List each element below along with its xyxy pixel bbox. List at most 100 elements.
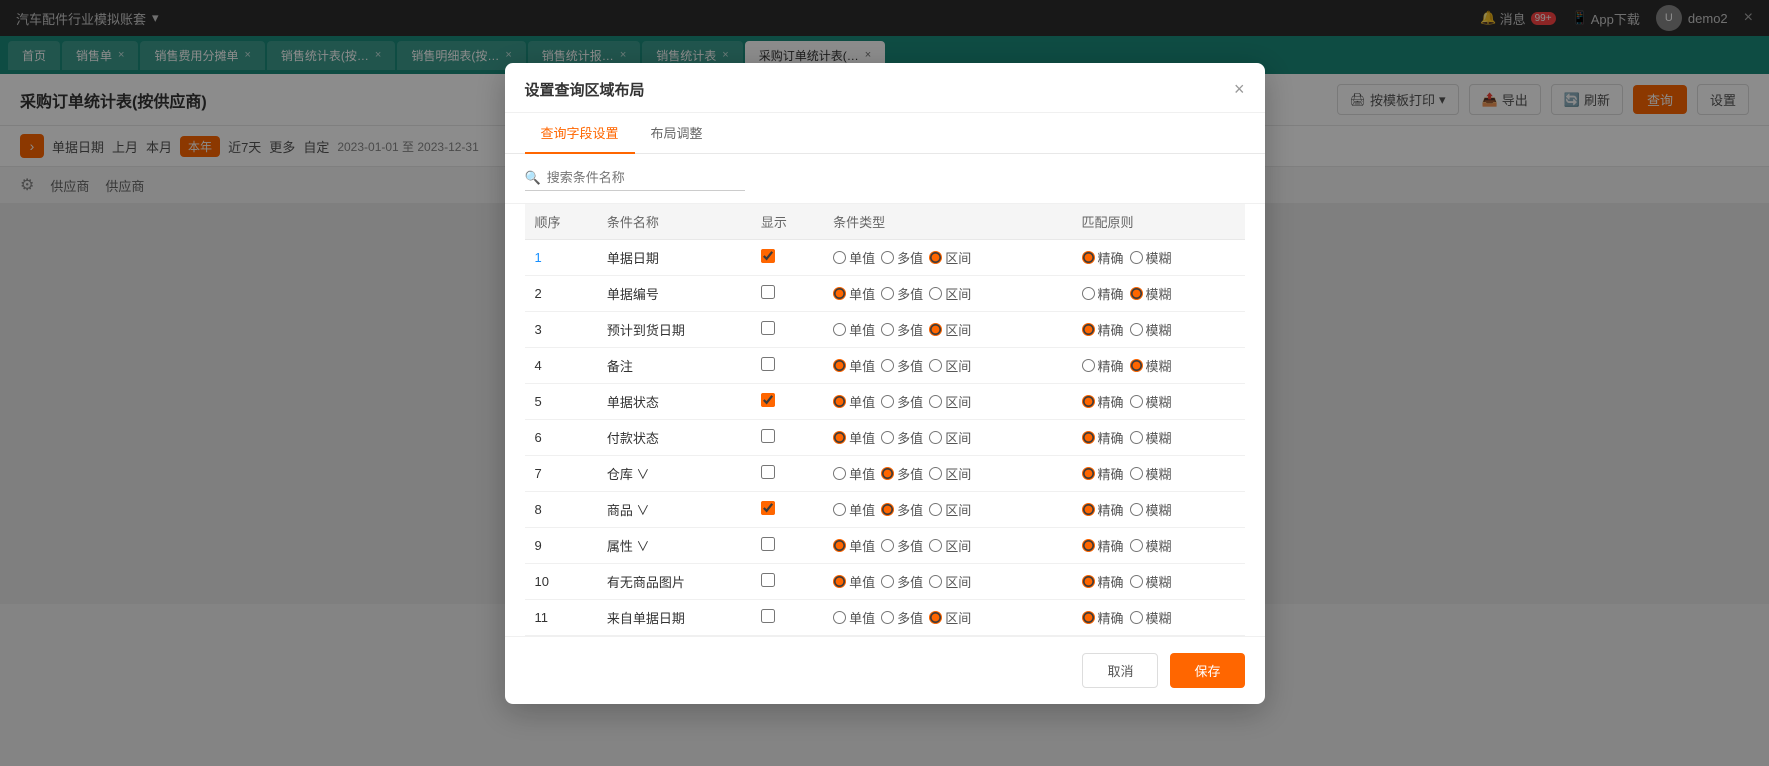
type-option-多值[interactable]: 多值	[881, 320, 923, 339]
type-option-区间[interactable]: 区间	[929, 608, 971, 627]
type-option-单值[interactable]: 单值	[833, 500, 875, 519]
match-option-模糊[interactable]: 模糊	[1130, 608, 1172, 627]
display-checkbox[interactable]	[761, 321, 775, 335]
dialog-close-button[interactable]: ×	[1234, 80, 1245, 98]
row-display-checkbox-cell	[751, 527, 823, 563]
display-checkbox[interactable]	[761, 465, 775, 479]
type-option-多值[interactable]: 多值	[881, 464, 923, 483]
match-option-模糊[interactable]: 模糊	[1130, 572, 1172, 591]
type-option-多值[interactable]: 多值	[881, 356, 923, 375]
cancel-button[interactable]: 取消	[1082, 653, 1158, 688]
row-condition-name: 单据日期	[597, 239, 751, 275]
match-option-精确[interactable]: 精确	[1082, 320, 1124, 339]
type-option-区间[interactable]: 区间	[929, 356, 971, 375]
type-option-单值[interactable]: 单值	[833, 572, 875, 591]
row-type-cell: 单值多值区间	[823, 347, 1071, 383]
match-option-模糊[interactable]: 模糊	[1130, 536, 1172, 555]
save-button[interactable]: 保存	[1170, 653, 1244, 688]
display-checkbox[interactable]	[761, 285, 775, 299]
match-option-精确[interactable]: 精确	[1082, 284, 1124, 303]
row-display-checkbox-cell	[751, 311, 823, 347]
type-option-多值[interactable]: 多值	[881, 500, 923, 519]
type-option-区间[interactable]: 区间	[929, 572, 971, 591]
table-row: 10有无商品图片单值多值区间精确模糊	[525, 563, 1245, 599]
match-option-精确[interactable]: 精确	[1082, 392, 1124, 411]
row-match-cell: 精确模糊	[1072, 599, 1245, 635]
type-option-单值[interactable]: 单值	[833, 320, 875, 339]
type-option-区间[interactable]: 区间	[929, 392, 971, 411]
row-order: 2	[525, 275, 597, 311]
match-option-模糊[interactable]: 模糊	[1130, 284, 1172, 303]
display-checkbox[interactable]	[761, 249, 775, 263]
match-option-模糊[interactable]: 模糊	[1130, 392, 1172, 411]
match-option-精确[interactable]: 精确	[1082, 356, 1124, 375]
type-option-单值[interactable]: 单值	[833, 392, 875, 411]
type-option-单值[interactable]: 单值	[833, 284, 875, 303]
type-option-多值[interactable]: 多值	[881, 284, 923, 303]
type-option-区间[interactable]: 区间	[929, 248, 971, 267]
display-checkbox[interactable]	[761, 393, 775, 407]
match-option-模糊[interactable]: 模糊	[1130, 320, 1172, 339]
type-option-区间[interactable]: 区间	[929, 428, 971, 447]
search-input[interactable]	[547, 170, 727, 185]
type-option-单值[interactable]: 单值	[833, 536, 875, 555]
row-type-cell: 单值多值区间	[823, 275, 1071, 311]
dialog: 设置查询区域布局 × 查询字段设置 布局调整 🔍 顺序	[505, 63, 1265, 704]
type-option-多值[interactable]: 多值	[881, 572, 923, 591]
type-option-单值[interactable]: 单值	[833, 428, 875, 447]
type-option-多值[interactable]: 多值	[881, 536, 923, 555]
row-type-cell: 单值多值区间	[823, 599, 1071, 635]
display-checkbox[interactable]	[761, 573, 775, 587]
row-order: 9	[525, 527, 597, 563]
row-condition-name: 预计到货日期	[597, 311, 751, 347]
overlay: 设置查询区域布局 × 查询字段设置 布局调整 🔍 顺序	[0, 0, 1769, 766]
table-row: 4备注单值多值区间精确模糊	[525, 347, 1245, 383]
display-checkbox[interactable]	[761, 429, 775, 443]
match-option-精确[interactable]: 精确	[1082, 428, 1124, 447]
row-display-checkbox-cell	[751, 563, 823, 599]
match-option-精确[interactable]: 精确	[1082, 500, 1124, 519]
dialog-tab-layout-label: 布局调整	[651, 126, 703, 141]
display-checkbox[interactable]	[761, 501, 775, 515]
type-option-单值[interactable]: 单值	[833, 356, 875, 375]
display-checkbox[interactable]	[761, 357, 775, 371]
dialog-tab-layout[interactable]: 布局调整	[635, 113, 719, 154]
match-option-模糊[interactable]: 模糊	[1130, 500, 1172, 519]
type-option-单值[interactable]: 单值	[833, 464, 875, 483]
row-order: 11	[525, 599, 597, 635]
type-option-区间[interactable]: 区间	[929, 464, 971, 483]
row-order: 1	[525, 239, 597, 275]
type-option-单值[interactable]: 单值	[833, 608, 875, 627]
type-option-区间[interactable]: 区间	[929, 536, 971, 555]
dialog-tab-fields[interactable]: 查询字段设置	[525, 113, 635, 154]
display-checkbox[interactable]	[761, 537, 775, 551]
col-header-order: 顺序	[525, 204, 597, 240]
match-option-模糊[interactable]: 模糊	[1130, 248, 1172, 267]
search-input-wrap: 🔍	[525, 166, 745, 191]
match-option-模糊[interactable]: 模糊	[1130, 356, 1172, 375]
match-option-精确[interactable]: 精确	[1082, 608, 1124, 627]
match-option-模糊[interactable]: 模糊	[1130, 464, 1172, 483]
row-condition-name: 单据状态	[597, 383, 751, 419]
display-checkbox[interactable]	[761, 609, 775, 623]
row-match-cell: 精确模糊	[1072, 491, 1245, 527]
match-option-精确[interactable]: 精确	[1082, 248, 1124, 267]
type-option-多值[interactable]: 多值	[881, 608, 923, 627]
dialog-footer: 取消 保存	[505, 636, 1265, 704]
type-option-多值[interactable]: 多值	[881, 428, 923, 447]
match-option-精确[interactable]: 精确	[1082, 464, 1124, 483]
row-type-cell: 单值多值区间	[823, 383, 1071, 419]
match-option-精确[interactable]: 精确	[1082, 572, 1124, 591]
type-option-单值[interactable]: 单值	[833, 248, 875, 267]
type-option-多值[interactable]: 多值	[881, 392, 923, 411]
match-option-模糊[interactable]: 模糊	[1130, 428, 1172, 447]
table-row: 8商品 ∨单值多值区间精确模糊	[525, 491, 1245, 527]
type-option-区间[interactable]: 区间	[929, 284, 971, 303]
col-header-name: 条件名称	[597, 204, 751, 240]
type-option-多值[interactable]: 多值	[881, 248, 923, 267]
row-type-cell: 单值多值区间	[823, 563, 1071, 599]
match-option-精确[interactable]: 精确	[1082, 536, 1124, 555]
table-row: 6付款状态单值多值区间精确模糊	[525, 419, 1245, 455]
type-option-区间[interactable]: 区间	[929, 500, 971, 519]
type-option-区间[interactable]: 区间	[929, 320, 971, 339]
